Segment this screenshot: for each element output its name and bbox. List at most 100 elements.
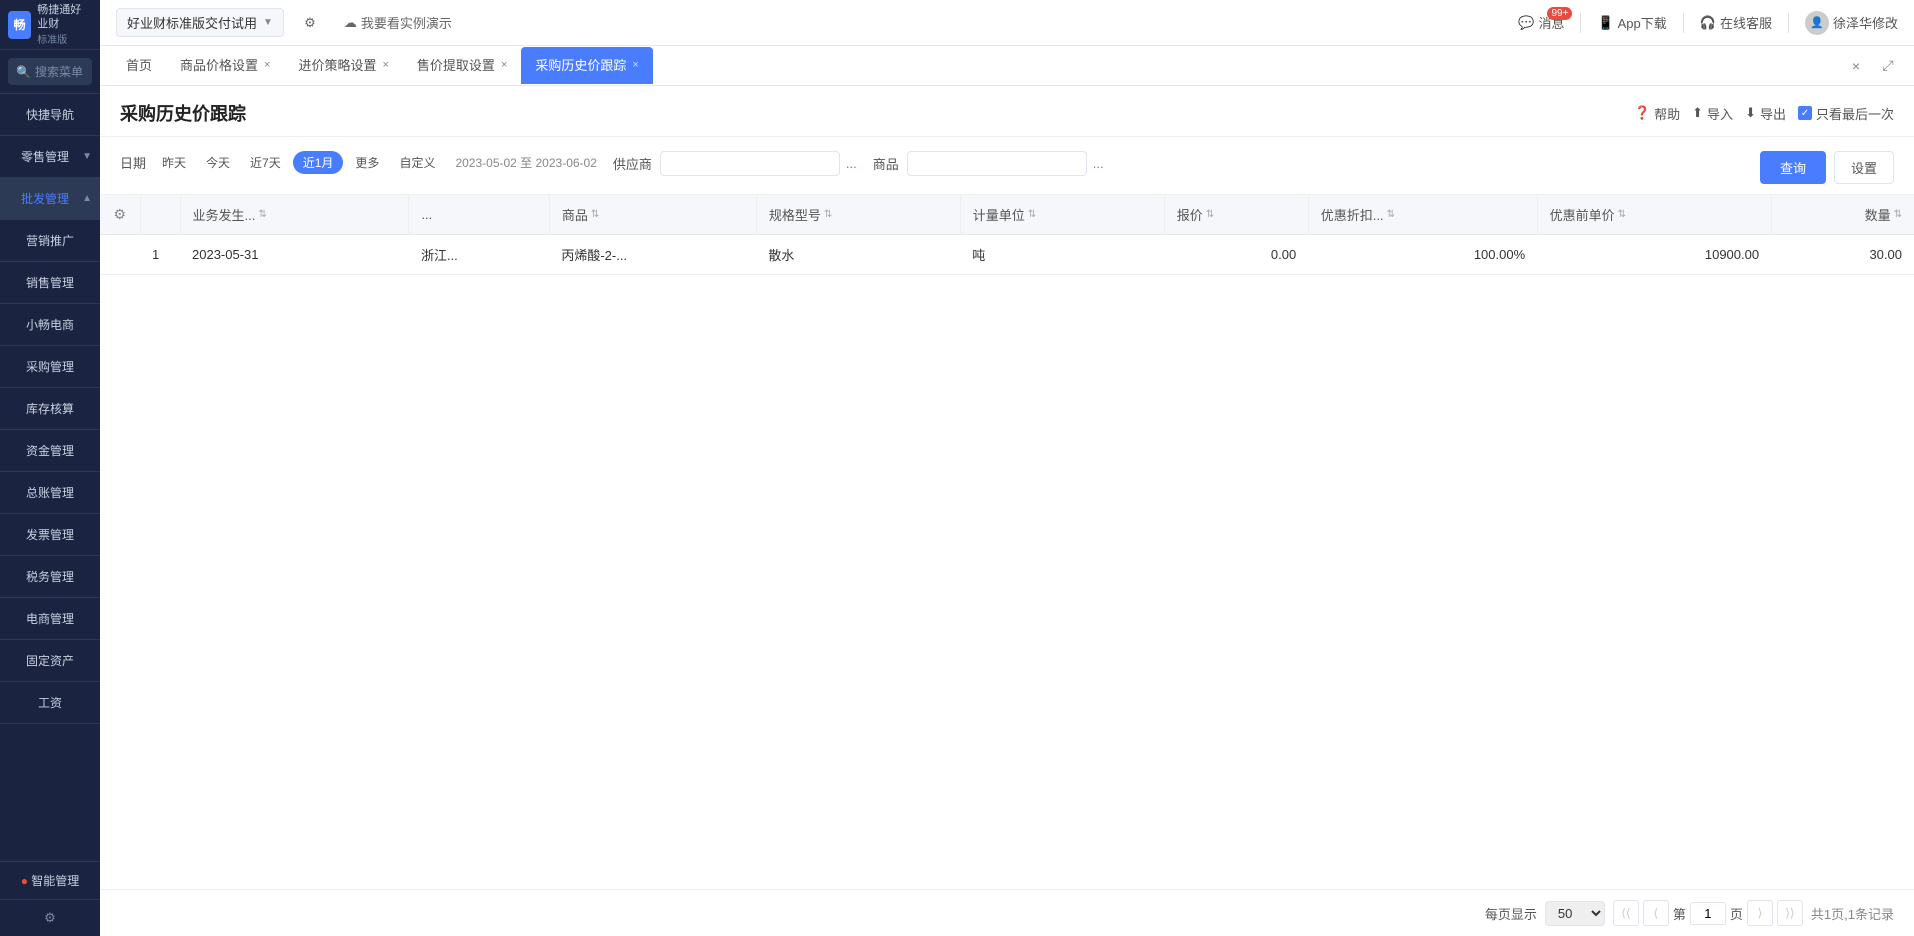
sort-spec-icon: ⇅	[824, 209, 832, 220]
date-custom-btn[interactable]: 自定义	[391, 151, 443, 174]
page-first-btn[interactable]: ⟨⟨	[1613, 900, 1639, 926]
checkbox-checked-icon: ✓	[1798, 106, 1812, 120]
logo-title: 畅捷通好业财	[37, 3, 92, 32]
tab-strategy-label: 进价策略设置	[298, 55, 376, 74]
supplier-label: 供应商	[613, 154, 652, 173]
sidebar-item-tax[interactable]: 税务管理	[0, 556, 100, 598]
sidebar-item-finance[interactable]: 资金管理	[0, 430, 100, 472]
sidebar-item-retail[interactable]: 零售管理 ▼	[0, 136, 100, 178]
goods-ellipsis-btn[interactable]: ...	[1093, 156, 1104, 171]
col-gear[interactable]: ⚙	[100, 195, 140, 235]
sales-label: 销售管理	[8, 274, 92, 291]
cell-col3: 浙江...	[409, 235, 549, 275]
sidebar-item-ledger[interactable]: 总账管理	[0, 472, 100, 514]
col-quantity[interactable]: 数量 ⇅	[1771, 195, 1914, 235]
page-last-btn[interactable]: ⟩⟩	[1777, 900, 1803, 926]
query-btn[interactable]: 查询	[1760, 151, 1826, 184]
table-gear-icon[interactable]: ⚙	[113, 206, 126, 222]
help-btn[interactable]: ❓ 帮助	[1634, 104, 1680, 123]
app-download-btn[interactable]: 📱 App下载	[1597, 13, 1666, 32]
message-btn[interactable]: 💬 消息 99+	[1518, 13, 1564, 32]
page-prev-btn[interactable]: ⟨	[1643, 900, 1669, 926]
tab-strategy-close[interactable]: ×	[382, 59, 388, 71]
last-only-checkbox[interactable]: ✓ 只看最后一次	[1798, 104, 1894, 123]
topbar-right: 💬 消息 99+ 📱 App下载 🎧 在线客服 👤 徐泽华修改	[1518, 11, 1898, 35]
supplier-input[interactable]	[660, 151, 840, 176]
purchase-label: 采购管理	[8, 358, 92, 375]
page-word: 第	[1673, 904, 1686, 923]
message-badge: 99+	[1547, 7, 1572, 20]
sidebar-item-purchase[interactable]: 采购管理	[0, 346, 100, 388]
demo-btn[interactable]: ☁ 我要看实例演示	[344, 13, 452, 32]
date-today-btn[interactable]: 今天	[198, 151, 238, 174]
col-discount[interactable]: 优惠折扣... ⇅	[1308, 195, 1537, 235]
user-menu[interactable]: 👤 徐泽华修改	[1805, 11, 1898, 35]
import-btn[interactable]: ⬆ 导入	[1692, 104, 1733, 123]
settings-btn[interactable]: 设置	[1834, 151, 1894, 184]
date-yesterday-btn[interactable]: 昨天	[154, 151, 194, 174]
sidebar-item-quicknav[interactable]: 快捷导航	[0, 94, 100, 136]
sidebar-item-ecom-light[interactable]: 小畅电商	[0, 304, 100, 346]
sidebar-item-invoice[interactable]: 发票管理	[0, 514, 100, 556]
topbar-settings-btn[interactable]: ⚙	[296, 9, 324, 37]
per-page-select[interactable]: 50 20 100	[1545, 901, 1605, 926]
tabbar-expand-btn[interactable]: ⤢	[1874, 52, 1902, 80]
tab-history-close[interactable]: ×	[632, 59, 638, 71]
date-1month-btn[interactable]: 近1月	[293, 151, 344, 174]
sort-price-icon: ⇅	[1206, 209, 1214, 220]
sort-goods-icon: ⇅	[591, 209, 599, 220]
tab-home[interactable]: 首页	[112, 47, 166, 84]
tab-history[interactable]: 采购历史价跟踪 ×	[521, 47, 652, 84]
goods-input-group: ...	[907, 151, 1104, 176]
retail-arrow: ▼	[82, 151, 92, 162]
sidebar-item-asset[interactable]: 固定资产	[0, 640, 100, 682]
page-next-btn[interactable]: ⟩	[1747, 900, 1773, 926]
demo-label: 我要看实例演示	[361, 13, 452, 32]
filter-area: 日期 昨天 今天 近7天 近1月 更多 自定义 2023-05-02 至 202…	[100, 137, 1914, 195]
wholesale-label: 批发管理	[8, 190, 82, 207]
tab-price-close[interactable]: ×	[264, 59, 270, 71]
version-selector[interactable]: 好业财标准版交付试用 ▼	[116, 8, 284, 37]
col-col3[interactable]: ...	[409, 195, 549, 235]
sidebar-item-inventory[interactable]: 库存核算	[0, 388, 100, 430]
sidebar-item-wholesale[interactable]: 批发管理 ▲	[0, 178, 100, 220]
tabbar-close-btn[interactable]: ×	[1842, 52, 1870, 80]
sidebar-item-smart[interactable]: ● 智能管理	[0, 861, 100, 899]
page-unit: 页	[1730, 904, 1743, 923]
sidebar-search[interactable]: 🔍 搜索菜单	[0, 50, 100, 94]
col-goods[interactable]: 商品 ⇅	[549, 195, 756, 235]
export-btn[interactable]: ⬇ 导出	[1745, 104, 1786, 123]
goods-input[interactable]	[907, 151, 1087, 176]
col-unit[interactable]: 计量单位 ⇅	[960, 195, 1164, 235]
per-page-label: 每页显示	[1485, 904, 1537, 923]
supplier-ellipsis-btn[interactable]: ...	[846, 156, 857, 171]
date-7days-btn[interactable]: 近7天	[242, 151, 289, 174]
col-date[interactable]: 业务发生... ⇅	[180, 195, 409, 235]
filter-actions: 查询 设置	[1760, 151, 1894, 184]
col-spec[interactable]: 规格型号 ⇅	[756, 195, 960, 235]
sidebar-item-ecom[interactable]: 电商管理	[0, 598, 100, 640]
sidebar-item-sales[interactable]: 销售管理	[0, 262, 100, 304]
sidebar-gear-btn[interactable]: ⚙	[0, 899, 100, 936]
tab-price[interactable]: 商品价格设置 ×	[166, 47, 284, 84]
service-btn[interactable]: 🎧 在线客服	[1700, 13, 1772, 32]
sidebar-item-marketing[interactable]: 营销推广	[0, 220, 100, 262]
divider3	[1788, 13, 1789, 33]
tab-strategy[interactable]: 进价策略设置 ×	[284, 47, 402, 84]
sidebar-logo: 畅 畅捷通好业财 标准版	[0, 0, 100, 50]
service-label: 在线客服	[1720, 13, 1772, 32]
table-body: 1 2023-05-31 浙江... 丙烯酸-2-... 散水 吨 0.00 1…	[100, 235, 1914, 275]
sort-price-before-icon: ⇅	[1618, 209, 1626, 220]
tab-sale-price[interactable]: 售价提取设置 ×	[403, 47, 521, 84]
main-area: 好业财标准版交付试用 ▼ ⚙ ☁ 我要看实例演示 💬 消息 99+ 📱 App下…	[100, 0, 1914, 936]
ledger-label: 总账管理	[8, 484, 92, 501]
date-more-btn[interactable]: 更多	[347, 151, 387, 174]
date-filter-group: 日期 昨天 今天 近7天 近1月 更多 自定义 2023-05-02 至 202…	[120, 151, 597, 174]
sidebar-item-payroll[interactable]: 工资	[0, 682, 100, 724]
invoice-label: 发票管理	[8, 526, 92, 543]
retail-label: 零售管理	[8, 148, 82, 165]
col-price-before[interactable]: 优惠前单价 ⇅	[1537, 195, 1771, 235]
col-price[interactable]: 报价 ⇅	[1164, 195, 1308, 235]
page-number-input[interactable]	[1690, 902, 1726, 925]
tab-sale-price-close[interactable]: ×	[501, 59, 507, 71]
